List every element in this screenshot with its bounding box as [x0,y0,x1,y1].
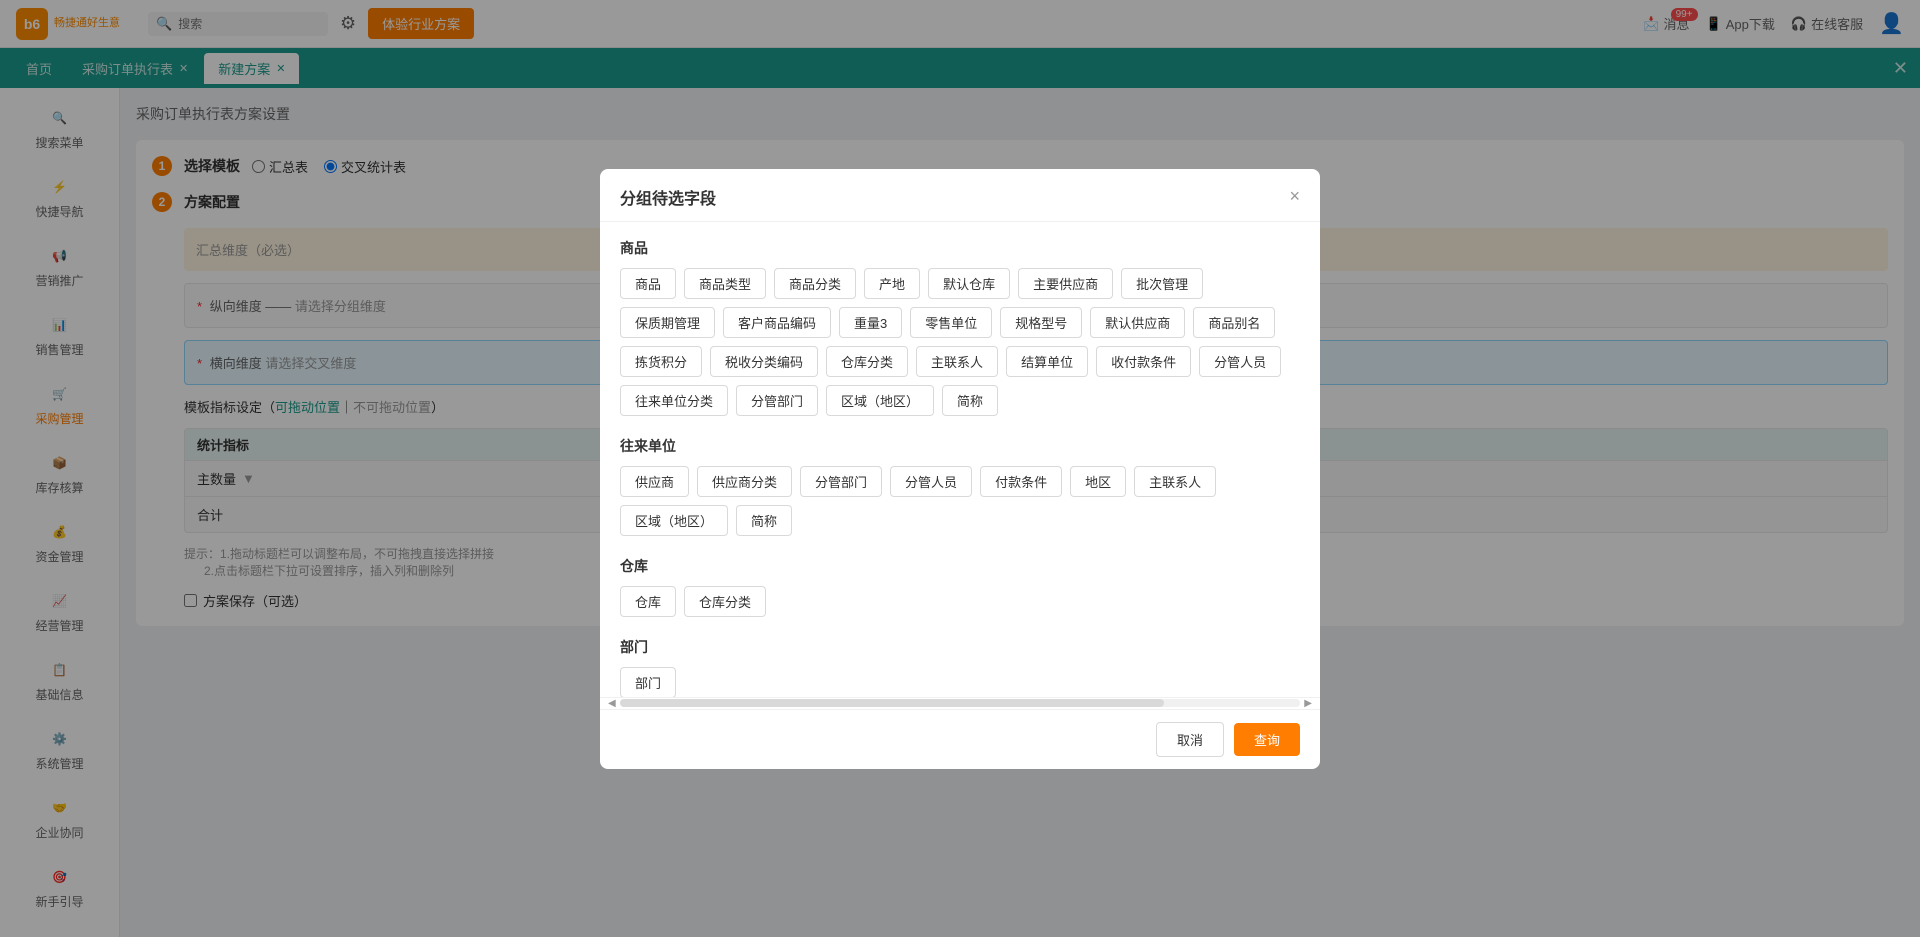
tag-goods-18[interactable]: 结算单位 [1006,346,1088,377]
modal-close-btn[interactable]: × [1289,186,1300,207]
tag-goods-5[interactable]: 主要供应商 [1018,268,1113,299]
scroll-left-arrow[interactable]: ◀ [604,698,620,709]
scroll-thumb[interactable] [620,699,1164,707]
tag-warehouse-0[interactable]: 仓库 [620,586,676,617]
tag-partner-2[interactable]: 分管部门 [800,466,882,497]
section-department-tags: 部门 [620,667,1300,697]
tag-goods-11[interactable]: 规格型号 [1000,307,1082,338]
tag-goods-0[interactable]: 商品 [620,268,676,299]
modal-header: 分组待选字段 × [600,169,1320,222]
tag-goods-10[interactable]: 零售单位 [910,307,992,338]
tag-partner-0[interactable]: 供应商 [620,466,689,497]
tag-partner-8[interactable]: 简称 [736,505,792,536]
tag-goods-13[interactable]: 商品别名 [1193,307,1275,338]
tag-partner-7[interactable]: 区域（地区） [620,505,728,536]
tag-department-0[interactable]: 部门 [620,667,676,697]
section-warehouse: 仓库 仓库 仓库分类 [620,556,1300,617]
scroll-right-arrow[interactable]: ▶ [1300,698,1316,709]
tag-goods-16[interactable]: 仓库分类 [826,346,908,377]
field-select-modal: 分组待选字段 × 商品 商品 商品类型 商品分类 产地 默认仓库 主要供应商 批… [600,169,1320,769]
tag-goods-24[interactable]: 简称 [942,385,998,416]
modal-cancel-btn[interactable]: 取消 [1156,722,1224,757]
tag-partner-4[interactable]: 付款条件 [980,466,1062,497]
modal-body: 商品 商品 商品类型 商品分类 产地 默认仓库 主要供应商 批次管理 保质期管理… [600,222,1320,697]
tag-partner-5[interactable]: 地区 [1070,466,1126,497]
tag-goods-20[interactable]: 分管人员 [1199,346,1281,377]
tag-goods-8[interactable]: 客户商品编码 [723,307,831,338]
tag-goods-3[interactable]: 产地 [864,268,920,299]
tag-goods-19[interactable]: 收付款条件 [1096,346,1191,377]
tag-goods-7[interactable]: 保质期管理 [620,307,715,338]
tag-partner-6[interactable]: 主联系人 [1134,466,1216,497]
modal-confirm-btn[interactable]: 查询 [1234,723,1300,756]
tag-goods-9[interactable]: 重量3 [839,307,902,338]
section-partner-tags: 供应商 供应商分类 分管部门 分管人员 付款条件 地区 主联系人 区域（地区） … [620,466,1300,536]
tag-partner-1[interactable]: 供应商分类 [697,466,792,497]
tag-goods-2[interactable]: 商品分类 [774,268,856,299]
tag-goods-23[interactable]: 区域（地区） [826,385,934,416]
section-department-title: 部门 [620,637,1300,657]
section-warehouse-tags: 仓库 仓库分类 [620,586,1300,617]
section-goods-title: 商品 [620,238,1300,258]
tag-goods-17[interactable]: 主联系人 [916,346,998,377]
tag-goods-6[interactable]: 批次管理 [1121,268,1203,299]
section-goods-tags: 商品 商品类型 商品分类 产地 默认仓库 主要供应商 批次管理 保质期管理 客户… [620,268,1300,416]
section-warehouse-title: 仓库 [620,556,1300,576]
tag-warehouse-1[interactable]: 仓库分类 [684,586,766,617]
tag-goods-12[interactable]: 默认供应商 [1090,307,1185,338]
modal-footer: 取消 查询 [600,709,1320,769]
modal-title: 分组待选字段 [620,185,716,209]
tag-partner-3[interactable]: 分管人员 [890,466,972,497]
tag-goods-14[interactable]: 拣货积分 [620,346,702,377]
tag-goods-4[interactable]: 默认仓库 [928,268,1010,299]
section-partner-title: 往来单位 [620,436,1300,456]
tag-goods-1[interactable]: 商品类型 [684,268,766,299]
modal-horizontal-scrollbar[interactable]: ◀ ▶ [600,697,1320,709]
tag-goods-21[interactable]: 往来单位分类 [620,385,728,416]
modal-overlay: 分组待选字段 × 商品 商品 商品类型 商品分类 产地 默认仓库 主要供应商 批… [0,0,1920,937]
tag-goods-15[interactable]: 税收分类编码 [710,346,818,377]
scroll-track [620,699,1301,707]
section-goods: 商品 商品 商品类型 商品分类 产地 默认仓库 主要供应商 批次管理 保质期管理… [620,238,1300,416]
tag-goods-22[interactable]: 分管部门 [736,385,818,416]
section-partner: 往来单位 供应商 供应商分类 分管部门 分管人员 付款条件 地区 主联系人 区域… [620,436,1300,536]
section-department: 部门 部门 [620,637,1300,697]
